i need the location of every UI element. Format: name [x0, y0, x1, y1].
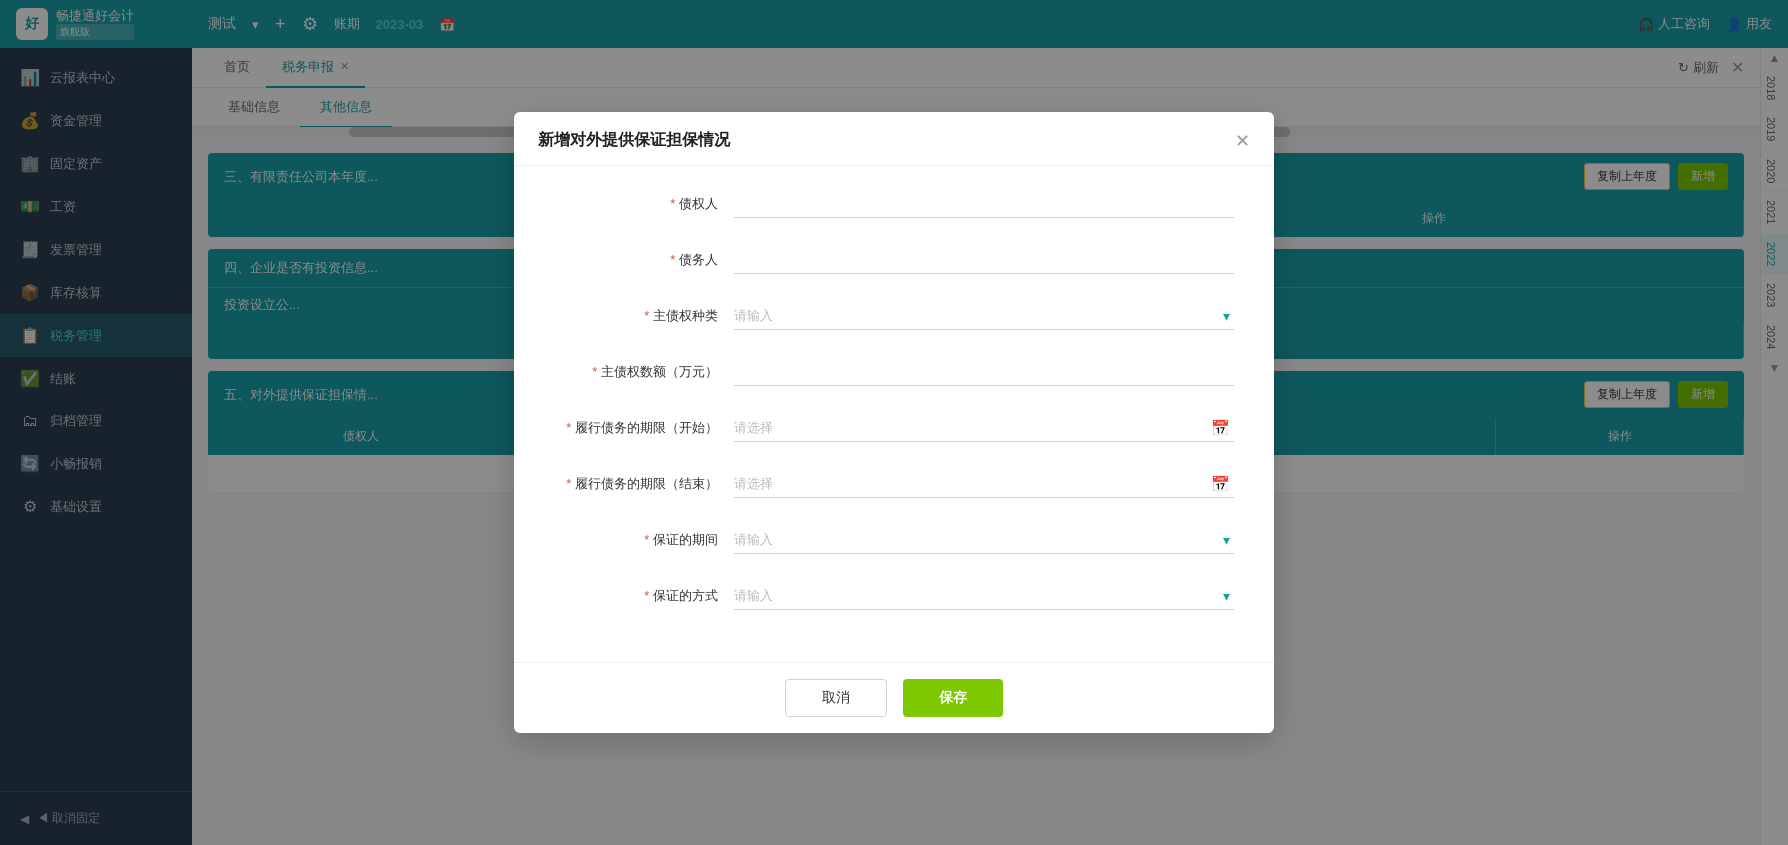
creditor-input[interactable] [734, 190, 1234, 218]
required-mark-guarantee-method: * [644, 588, 649, 603]
debtor-input[interactable] [734, 246, 1234, 274]
claim-type-select-wrapper: ▾ [734, 302, 1234, 330]
form-label-claim-type: * 主债权种类 [554, 307, 734, 325]
dialog-title: 新增对外提供保证担保情况 [538, 130, 730, 151]
dialog-header: 新增对外提供保证担保情况 ✕ [514, 112, 1274, 166]
guarantee-period-wrapper: ▾ [734, 526, 1234, 554]
required-mark-claim-type: * [644, 308, 649, 323]
form-label-duty-end: * 履行债务的期限（结束） [554, 475, 734, 493]
required-mark-creditor: * [670, 196, 675, 211]
guarantee-method-input[interactable] [734, 582, 1234, 610]
duty-end-wrapper: 📅 [734, 470, 1234, 498]
dialog-overlay: 新增对外提供保证担保情况 ✕ * 债权人 * 债务人 [0, 0, 1788, 845]
claim-amount-input[interactable] [734, 358, 1234, 386]
duty-start-wrapper: 📅 [734, 414, 1234, 442]
form-label-duty-start: * 履行债务的期限（开始） [554, 419, 734, 437]
guarantee-method-wrapper: ▾ [734, 582, 1234, 610]
duty-start-input[interactable] [734, 414, 1234, 442]
form-row-duty-end: * 履行债务的期限（结束） 📅 [554, 470, 1234, 498]
form-label-creditor: * 债权人 [554, 195, 734, 213]
required-mark-guarantee-period: * [644, 532, 649, 547]
form-row-claim-type: * 主债权种类 ▾ [554, 302, 1234, 330]
form-row-duty-start: * 履行债务的期限（开始） 📅 [554, 414, 1234, 442]
form-label-guarantee-method: * 保证的方式 [554, 587, 734, 605]
cancel-button[interactable]: 取消 [785, 679, 887, 717]
claim-type-input[interactable] [734, 302, 1234, 330]
dialog-body: * 债权人 * 债务人 * 主债权种类 [514, 166, 1274, 662]
form-row-claim-amount: * 主债权数额（万元） [554, 358, 1234, 386]
duty-end-calendar-icon[interactable]: 📅 [1211, 475, 1230, 493]
form-label-claim-amount: * 主债权数额（万元） [554, 363, 734, 381]
required-mark-duty-end: * [566, 476, 571, 491]
required-mark-claim-amount: * [592, 364, 597, 379]
form-label-guarantee-period: * 保证的期间 [554, 531, 734, 549]
form-row-guarantee-period: * 保证的期间 ▾ [554, 526, 1234, 554]
duty-start-calendar-icon[interactable]: 📅 [1211, 419, 1230, 437]
duty-end-input[interactable] [734, 470, 1234, 498]
required-mark-debtor: * [670, 252, 675, 267]
form-label-debtor: * 债务人 [554, 251, 734, 269]
save-button[interactable]: 保存 [903, 679, 1003, 717]
add-guarantee-dialog: 新增对外提供保证担保情况 ✕ * 债权人 * 债务人 [514, 112, 1274, 733]
dialog-close-button[interactable]: ✕ [1235, 132, 1250, 150]
required-mark-duty-start: * [566, 420, 571, 435]
form-row-debtor: * 债务人 [554, 246, 1234, 274]
form-row-guarantee-method: * 保证的方式 ▾ [554, 582, 1234, 610]
form-row-creditor: * 债权人 [554, 190, 1234, 218]
dialog-footer: 取消 保存 [514, 662, 1274, 733]
guarantee-period-input[interactable] [734, 526, 1234, 554]
